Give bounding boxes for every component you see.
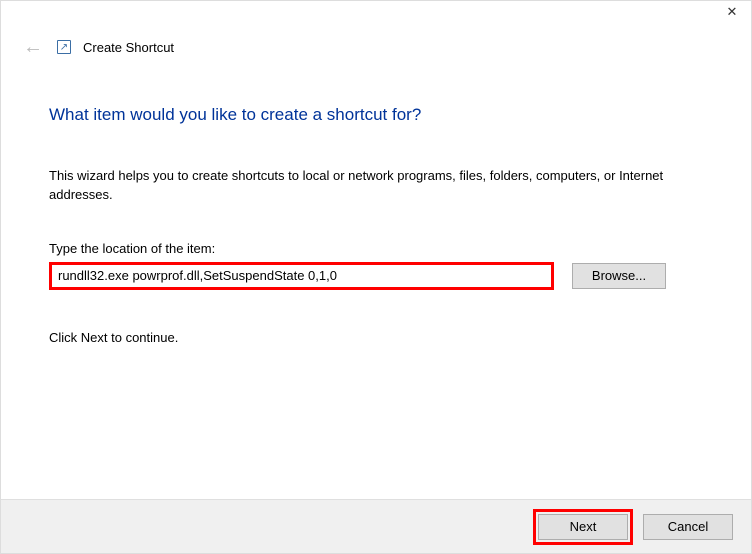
location-input[interactable] [49,262,554,290]
close-icon[interactable]: ✕ [725,5,739,19]
cancel-button[interactable]: Cancel [643,514,733,540]
next-highlight-box: Next [533,509,633,545]
continue-hint: Click Next to continue. [49,330,703,345]
location-label: Type the location of the item: [49,241,703,256]
wizard-description: This wizard helps you to create shortcut… [49,167,689,205]
browse-button[interactable]: Browse... [572,263,666,289]
next-button[interactable]: Next [538,514,628,540]
wizard-title: Create Shortcut [83,40,174,55]
titlebar: ✕ [1,1,751,31]
footer-bar: Next Cancel [1,499,751,553]
page-heading: What item would you like to create a sho… [49,105,703,125]
location-row: Browse... [49,262,703,290]
content-area: What item would you like to create a sho… [1,57,751,345]
back-arrow-icon: ← [21,37,45,57]
wizard-header: ← ↗ Create Shortcut [1,31,751,57]
shortcut-icon: ↗ [57,40,71,54]
